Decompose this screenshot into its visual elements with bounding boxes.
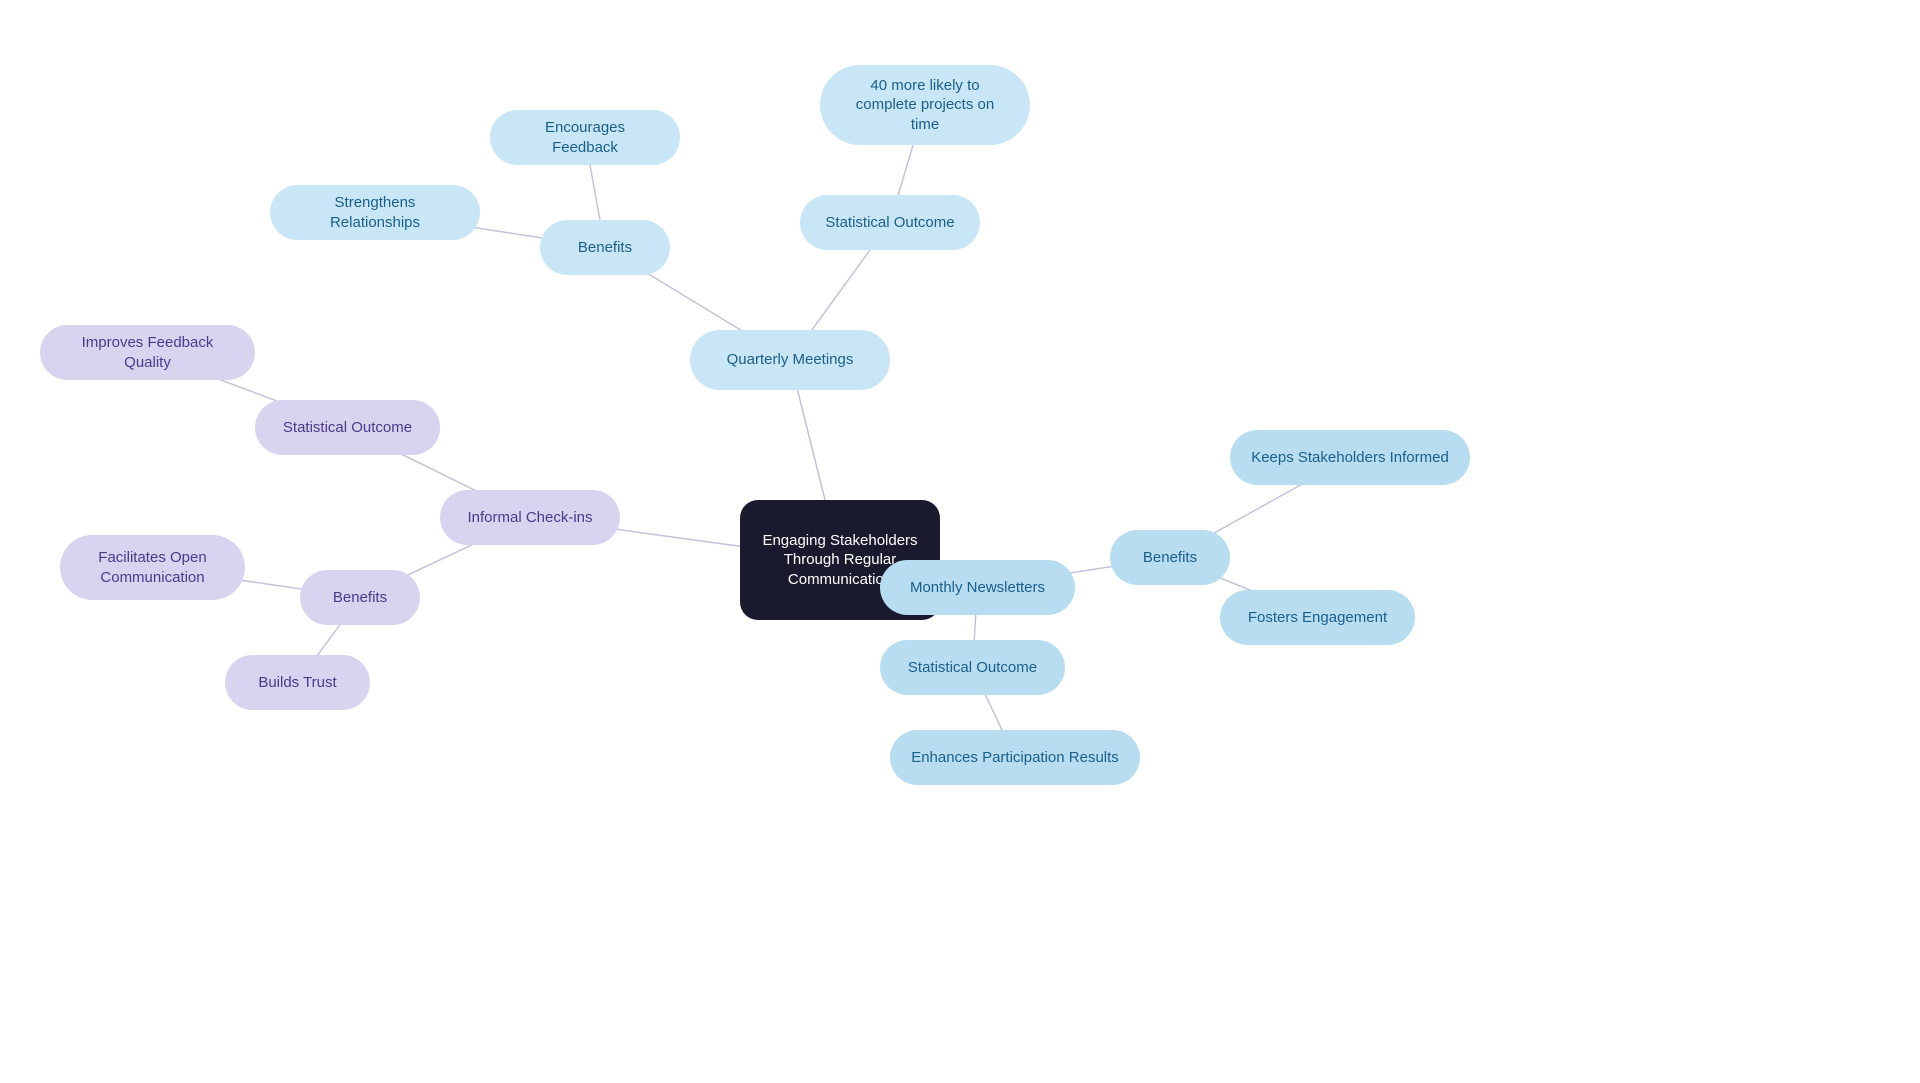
node-label-fosters: Fosters Engagement (1248, 608, 1387, 628)
node-informal: Informal Check-ins (440, 490, 620, 545)
node-benefits_mn: Benefits (1110, 530, 1230, 585)
node-improves: Improves Feedback Quality (40, 325, 255, 380)
node-label-builds: Builds Trust (258, 673, 336, 693)
node-label-improves: Improves Feedback Quality (60, 333, 235, 372)
node-builds: Builds Trust (225, 655, 370, 710)
node-stat_ic: Statistical Outcome (255, 400, 440, 455)
node-label-strengthens: Strengthens Relationships (290, 193, 460, 232)
node-quarterly: Quarterly Meetings (690, 330, 890, 390)
node-label-benefits_mn: Benefits (1143, 548, 1197, 568)
node-strengthens: Strengthens Relationships (270, 185, 480, 240)
node-label-stat_qm: Statistical Outcome (825, 213, 954, 233)
node-enhances: Enhances Participation Results (890, 730, 1140, 785)
node-label-benefits_qm: Benefits (578, 238, 632, 258)
node-label-forty: 40 more likely to complete projects on t… (840, 76, 1010, 135)
node-label-monthly: Monthly Newsletters (910, 578, 1045, 598)
node-fosters: Fosters Engagement (1220, 590, 1415, 645)
node-stat_qm: Statistical Outcome (800, 195, 980, 250)
node-keeps: Keeps Stakeholders Informed (1230, 430, 1470, 485)
node-label-quarterly: Quarterly Meetings (727, 350, 854, 370)
node-forty: 40 more likely to complete projects on t… (820, 65, 1030, 145)
node-label-stat_mn: Statistical Outcome (908, 658, 1037, 678)
node-label-benefits_ic: Benefits (333, 588, 387, 608)
node-monthly: Monthly Newsletters (880, 560, 1075, 615)
node-encourages: Encourages Feedback (490, 110, 680, 165)
node-stat_mn: Statistical Outcome (880, 640, 1065, 695)
node-benefits_ic: Benefits (300, 570, 420, 625)
node-label-encourages: Encourages Feedback (510, 118, 660, 157)
node-label-informal: Informal Check-ins (467, 508, 592, 528)
node-benefits_qm: Benefits (540, 220, 670, 275)
node-label-keeps: Keeps Stakeholders Informed (1251, 448, 1449, 468)
node-label-facilitates: Facilitates Open Communication (80, 548, 225, 587)
node-label-stat_ic: Statistical Outcome (283, 418, 412, 438)
node-facilitates: Facilitates Open Communication (60, 535, 245, 600)
mindmap-container: Engaging Stakeholders Through Regular Co… (0, 0, 1920, 1083)
node-label-enhances: Enhances Participation Results (911, 748, 1119, 768)
connections-svg (0, 0, 1920, 1083)
